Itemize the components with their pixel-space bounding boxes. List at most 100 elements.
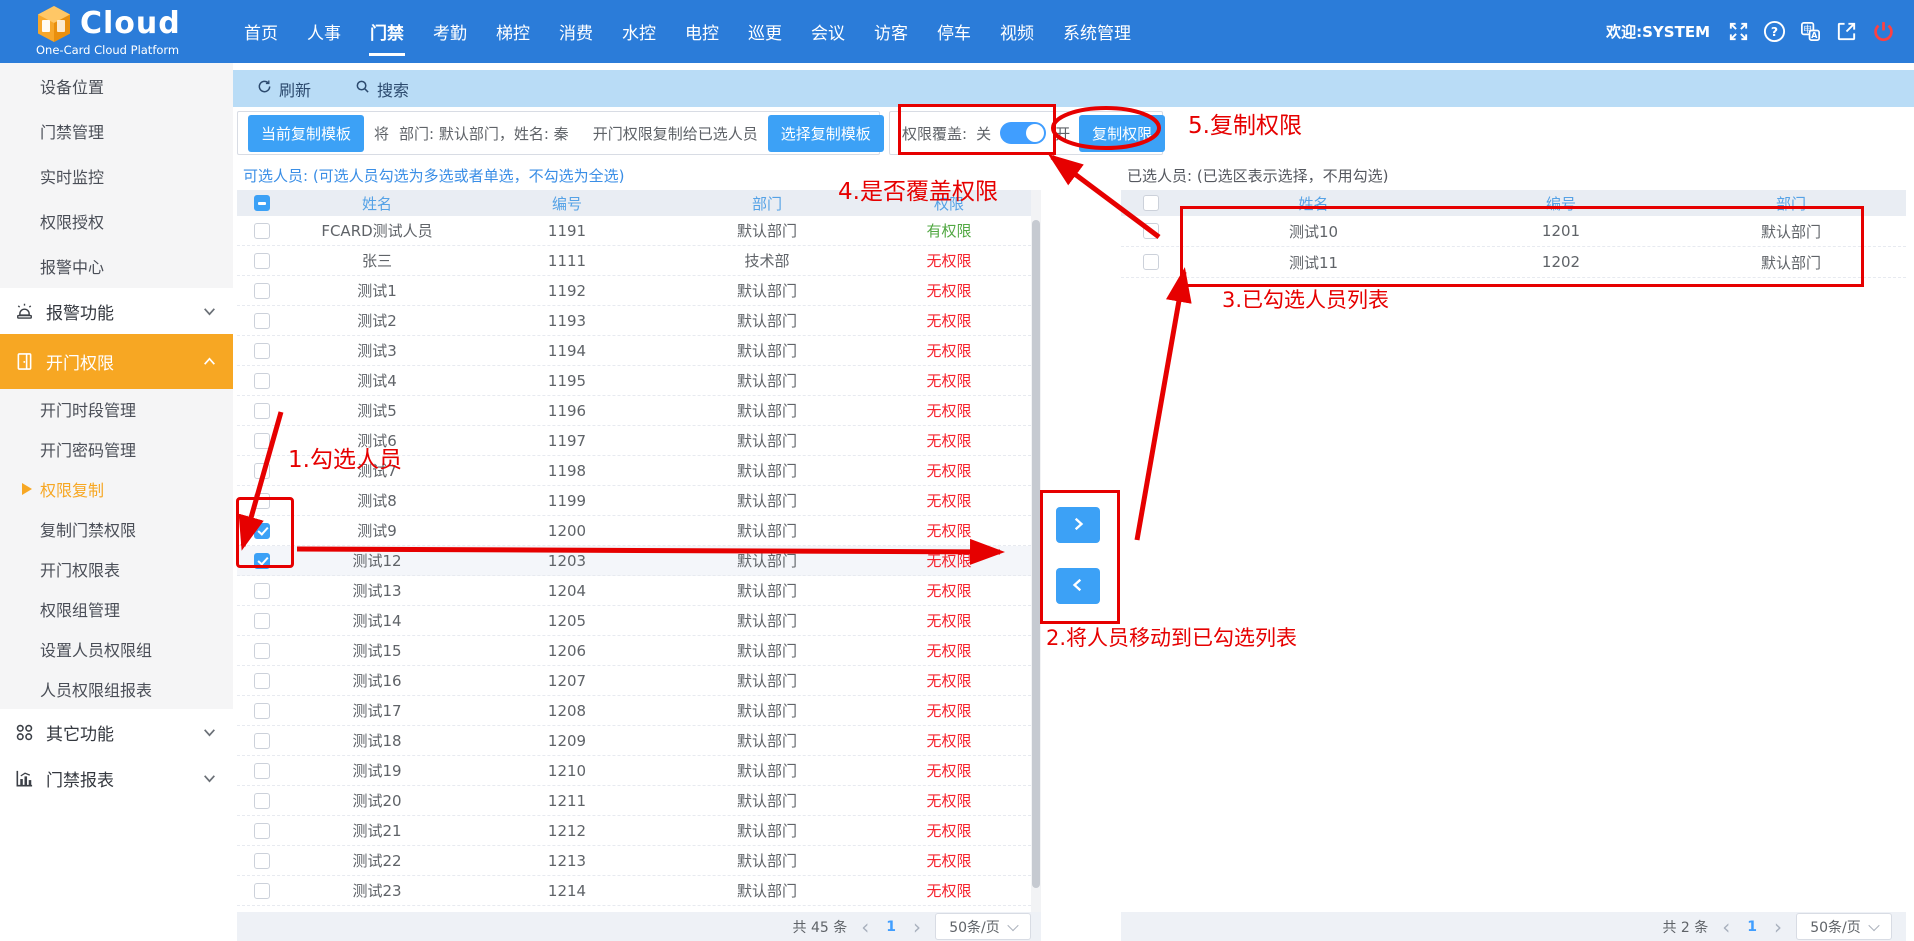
row-checkbox[interactable] — [237, 823, 287, 839]
move-right-button[interactable] — [1056, 507, 1100, 543]
left-current-page[interactable]: 1 — [883, 919, 899, 935]
table-row[interactable]: 测试61197默认部门无权限 — [237, 426, 1031, 456]
table-row[interactable]: 测试121203默认部门无权限 — [237, 546, 1031, 576]
nav-item-停车[interactable]: 停车 — [936, 16, 972, 47]
row-checkbox[interactable] — [1121, 223, 1181, 239]
sidebar-item-门禁管理[interactable]: 门禁管理 — [0, 108, 233, 153]
row-checkbox[interactable] — [237, 703, 287, 719]
row-checkbox[interactable] — [237, 313, 287, 329]
row-checkbox[interactable] — [237, 643, 287, 659]
table-row[interactable]: 测试201211默认部门无权限 — [237, 786, 1031, 816]
checkbox-unchecked[interactable] — [254, 283, 270, 299]
left-prev-page-button[interactable]: ‹ — [859, 917, 871, 937]
table-row[interactable]: 测试131204默认部门无权限 — [237, 576, 1031, 606]
checkbox-unchecked[interactable] — [254, 793, 270, 809]
table-row[interactable]: 测试221213默认部门无权限 — [237, 846, 1031, 876]
nav-item-会议[interactable]: 会议 — [810, 16, 846, 47]
row-checkbox[interactable] — [237, 583, 287, 599]
sidebar-item-权限组管理[interactable]: 权限组管理 — [0, 589, 233, 629]
row-checkbox[interactable] — [237, 553, 287, 569]
checkbox-unchecked[interactable] — [254, 433, 270, 449]
checkbox-unchecked[interactable] — [254, 253, 270, 269]
sidebar-item-报警功能[interactable]: 报警功能 — [0, 288, 233, 334]
sidebar-item-权限授权[interactable]: 权限授权 — [0, 198, 233, 243]
sidebar-item-实时监控[interactable]: 实时监控 — [0, 153, 233, 198]
checkbox-unchecked[interactable] — [254, 583, 270, 599]
row-checkbox[interactable] — [237, 223, 287, 239]
row-checkbox[interactable] — [237, 793, 287, 809]
table-row[interactable]: 测试41195默认部门无权限 — [237, 366, 1031, 396]
checkbox-unchecked[interactable] — [254, 343, 270, 359]
checkbox-unchecked[interactable] — [254, 313, 270, 329]
checkbox-unchecked[interactable] — [1143, 223, 1159, 239]
copy-permission-button[interactable]: 复制权限 — [1079, 115, 1165, 152]
table-row[interactable]: 测试231214默认部门无权限 — [237, 876, 1031, 906]
sidebar-item-开门时段管理[interactable]: 开门时段管理 — [0, 389, 233, 429]
nav-item-巡更[interactable]: 巡更 — [747, 16, 783, 47]
table-row[interactable]: 测试71198默认部门无权限 — [237, 456, 1031, 486]
row-checkbox[interactable] — [237, 343, 287, 359]
table-row[interactable]: 测试191210默认部门无权限 — [237, 756, 1031, 786]
left-next-page-button[interactable]: › — [911, 917, 923, 937]
checkbox-unchecked[interactable] — [254, 403, 270, 419]
table-row[interactable]: 测试51196默认部门无权限 — [237, 396, 1031, 426]
left-page-size-select[interactable]: 50条/页 — [935, 913, 1031, 940]
new-window-icon[interactable] — [1835, 20, 1858, 43]
header-checkbox[interactable] — [1121, 195, 1181, 211]
table-row[interactable]: 张三1111技术部无权限 — [237, 246, 1031, 276]
row-checkbox[interactable] — [237, 733, 287, 749]
help-icon[interactable]: ? — [1763, 20, 1786, 43]
table-row[interactable]: 测试101201默认部门 — [1121, 216, 1906, 247]
select-template-button[interactable]: 选择复制模板 — [768, 115, 884, 152]
override-toggle[interactable] — [1000, 122, 1046, 144]
nav-item-电控[interactable]: 电控 — [684, 16, 720, 47]
row-checkbox[interactable] — [237, 433, 287, 449]
nav-item-消费[interactable]: 消费 — [558, 16, 594, 47]
checkbox-unchecked[interactable] — [254, 613, 270, 629]
right-page-size-select[interactable]: 50条/页 — [1796, 913, 1892, 940]
table-row[interactable]: 测试171208默认部门无权限 — [237, 696, 1031, 726]
nav-item-视频[interactable]: 视频 — [999, 16, 1035, 47]
row-checkbox[interactable] — [237, 613, 287, 629]
checkbox-unchecked[interactable] — [254, 883, 270, 899]
table-row[interactable]: 测试211212默认部门无权限 — [237, 816, 1031, 846]
checkbox-unchecked[interactable] — [1143, 254, 1159, 270]
header-checkbox-box[interactable] — [254, 195, 270, 211]
right-next-page-button[interactable]: › — [1772, 917, 1784, 937]
checkbox-checked[interactable] — [254, 523, 270, 539]
move-left-button[interactable] — [1056, 568, 1100, 604]
checkbox-unchecked[interactable] — [254, 373, 270, 389]
header-checkbox[interactable] — [237, 195, 287, 211]
table-row[interactable]: 测试91200默认部门无权限 — [237, 516, 1031, 546]
current-template-button[interactable]: 当前复制模板 — [248, 115, 364, 152]
scrollbar-thumb[interactable] — [1032, 220, 1040, 888]
row-checkbox[interactable] — [237, 253, 287, 269]
nav-item-水控[interactable]: 水控 — [621, 16, 657, 47]
checkbox-unchecked[interactable] — [254, 463, 270, 479]
nav-item-门禁[interactable]: 门禁 — [369, 16, 405, 47]
sidebar-item-门禁报表[interactable]: 门禁报表 — [0, 755, 233, 801]
row-checkbox[interactable] — [237, 673, 287, 689]
row-checkbox[interactable] — [237, 463, 287, 479]
table-row[interactable]: 测试141205默认部门无权限 — [237, 606, 1031, 636]
sidebar-item-开门权限表[interactable]: 开门权限表 — [0, 549, 233, 589]
row-checkbox[interactable] — [237, 493, 287, 509]
translate-icon[interactable]: 申A — [1799, 20, 1822, 43]
row-checkbox[interactable] — [237, 283, 287, 299]
row-checkbox[interactable] — [237, 883, 287, 899]
row-checkbox[interactable] — [237, 763, 287, 779]
checkbox-unchecked[interactable] — [254, 643, 270, 659]
nav-item-梯控[interactable]: 梯控 — [495, 16, 531, 47]
sidebar-item-复制门禁权限[interactable]: 复制门禁权限 — [0, 509, 233, 549]
table-row[interactable]: 测试151206默认部门无权限 — [237, 636, 1031, 666]
checkbox-unchecked[interactable] — [254, 823, 270, 839]
row-checkbox[interactable] — [237, 853, 287, 869]
checkbox-unchecked[interactable] — [254, 703, 270, 719]
checkbox-checked[interactable] — [254, 553, 270, 569]
checkbox-unchecked[interactable] — [254, 493, 270, 509]
nav-item-考勤[interactable]: 考勤 — [432, 16, 468, 47]
right-prev-page-button[interactable]: ‹ — [1720, 917, 1732, 937]
checkbox-unchecked[interactable] — [254, 763, 270, 779]
table-row[interactable]: 测试21193默认部门无权限 — [237, 306, 1031, 336]
table-row[interactable]: 测试181209默认部门无权限 — [237, 726, 1031, 756]
